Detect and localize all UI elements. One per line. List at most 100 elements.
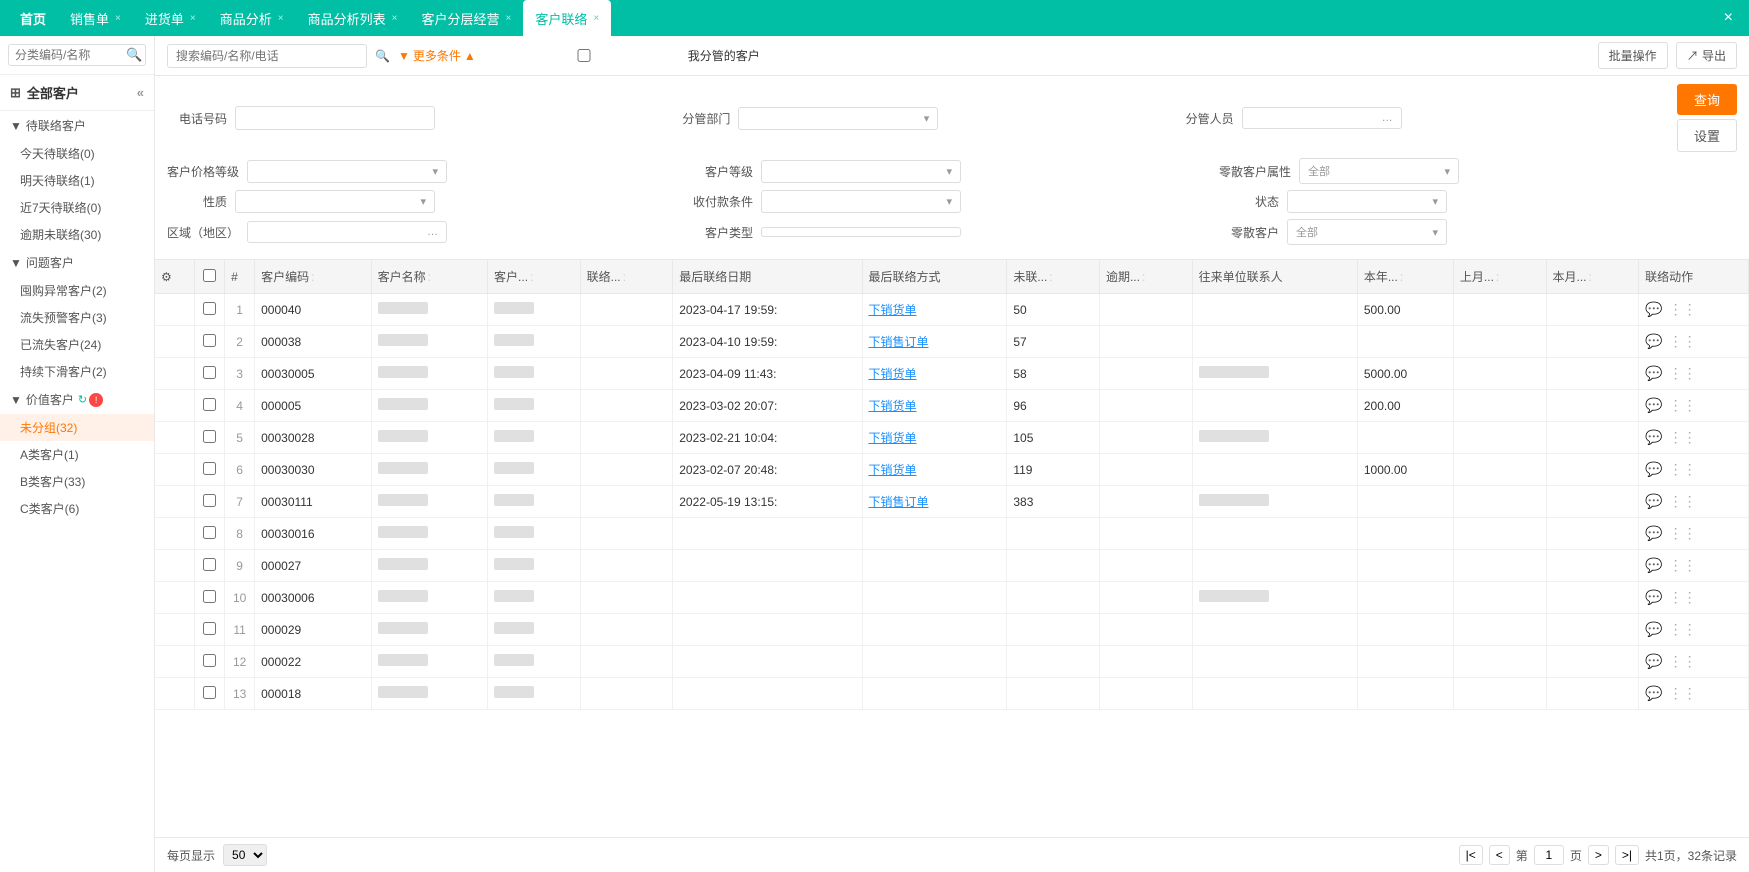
row-checkbox[interactable] <box>203 590 216 603</box>
chat-action-icon[interactable]: 💬 <box>1645 461 1662 478</box>
more-action-icon[interactable]: ⋮⋮ <box>1669 589 1697 606</box>
more-action-icon[interactable]: ⋮⋮ <box>1669 621 1697 638</box>
th-last-date[interactable]: 最后联络日期 <box>673 260 862 294</box>
more-action-icon[interactable]: ⋮⋮ <box>1669 525 1697 542</box>
row-checkbox[interactable] <box>203 462 216 475</box>
td-checkbox[interactable] <box>195 518 225 550</box>
retail-customer-select[interactable]: 全部▾ <box>1287 219 1447 245</box>
row-checkbox[interactable] <box>203 494 216 507</box>
more-action-icon[interactable]: ⋮⋮ <box>1669 685 1697 702</box>
th-this-month[interactable]: 本月...: <box>1546 260 1639 294</box>
nav-tab-purchase[interactable]: 进货单 × <box>133 0 208 36</box>
first-page-btn[interactable]: |< <box>1459 845 1483 865</box>
chat-action-icon[interactable]: 💬 <box>1645 301 1662 318</box>
search-input[interactable] <box>167 44 367 68</box>
sidebar-item-type-c[interactable]: C类客户(6) <box>0 495 154 522</box>
row-checkbox[interactable] <box>203 558 216 571</box>
contact-type-link[interactable]: 下销售订单 <box>869 335 929 349</box>
close-tab-product-analysis-list[interactable]: × <box>392 13 398 24</box>
sidebar-item-today-contact[interactable]: 今天待联络(0) <box>0 140 154 167</box>
row-checkbox[interactable] <box>203 622 216 635</box>
td-checkbox[interactable] <box>195 422 225 454</box>
sidebar-group-value-customers[interactable]: ▼ 价值客户 ↻ ! <box>0 385 154 414</box>
sidebar-item-type-a[interactable]: A类客户(1) <box>0 441 154 468</box>
more-action-icon[interactable]: ⋮⋮ <box>1669 429 1697 446</box>
td-checkbox[interactable] <box>195 582 225 614</box>
th-not-contact[interactable]: 未联...: <box>1007 260 1100 294</box>
sidebar-item-type-b[interactable]: B类客户(33) <box>0 468 154 495</box>
td-checkbox[interactable] <box>195 550 225 582</box>
sidebar-item-abnormal[interactable]: 囤购异常客户(2) <box>0 277 154 304</box>
chat-action-icon[interactable]: 💬 <box>1645 365 1662 382</box>
th-last-month[interactable]: 上月...: <box>1453 260 1546 294</box>
reset-btn[interactable]: 设置 <box>1677 119 1737 152</box>
th-checkbox[interactable] <box>195 260 225 294</box>
retail-attr-select[interactable]: 全部▾ <box>1299 158 1459 184</box>
sidebar-item-7days-contact[interactable]: 近7天待联络(0) <box>0 194 154 221</box>
per-page-select[interactable]: 50 <box>223 844 267 866</box>
row-checkbox[interactable] <box>203 398 216 411</box>
nav-tab-product-analysis[interactable]: 商品分析 × <box>208 0 296 36</box>
chat-action-icon[interactable]: 💬 <box>1645 429 1662 446</box>
sidebar-item-overdue-contact[interactable]: 逾期未联络(30) <box>0 221 154 248</box>
sidebar-item-churned[interactable]: 已流失客户(24) <box>0 331 154 358</box>
chat-action-icon[interactable]: 💬 <box>1645 557 1662 574</box>
th-settings[interactable]: ⚙ <box>155 260 195 294</box>
row-checkbox[interactable] <box>203 366 216 379</box>
gender-select[interactable]: ▾ <box>235 190 435 213</box>
region-select[interactable]: … <box>247 221 447 243</box>
th-last-type[interactable]: 最后联络方式 <box>862 260 1007 294</box>
row-checkbox[interactable] <box>203 526 216 539</box>
chat-action-icon[interactable]: 💬 <box>1645 397 1662 414</box>
more-action-icon[interactable]: ⋮⋮ <box>1669 493 1697 510</box>
sidebar-item-churn-warning[interactable]: 流失预警客户(3) <box>0 304 154 331</box>
td-checkbox[interactable] <box>195 454 225 486</box>
contact-type-link[interactable]: 下销货单 <box>869 399 917 413</box>
chat-action-icon[interactable]: 💬 <box>1645 589 1662 606</box>
nav-home[interactable]: 首页 <box>8 0 58 36</box>
more-action-icon[interactable]: ⋮⋮ <box>1669 557 1697 574</box>
chat-action-icon[interactable]: 💬 <box>1645 653 1662 670</box>
payment-select[interactable]: ▾ <box>761 190 961 213</box>
price-grade-select[interactable]: ▾ <box>247 160 447 183</box>
td-checkbox[interactable] <box>195 486 225 518</box>
th-type[interactable]: 客户...: <box>488 260 581 294</box>
th-overdue[interactable]: 逾期...: <box>1099 260 1192 294</box>
export-btn[interactable]: ↗ 导出 <box>1676 42 1737 69</box>
contact-type-link[interactable]: 下销货单 <box>869 367 917 381</box>
more-action-icon[interactable]: ⋮⋮ <box>1669 397 1697 414</box>
search-btn[interactable]: 🔍 <box>375 49 390 63</box>
row-checkbox[interactable] <box>203 334 216 347</box>
dept-select[interactable]: ▾ <box>738 107 938 130</box>
customer-type-select[interactable] <box>761 227 961 237</box>
th-this-year[interactable]: 本年...: <box>1357 260 1453 294</box>
person-select[interactable]: … <box>1242 107 1402 129</box>
sidebar-item-tomorrow-contact[interactable]: 明天待联络(1) <box>0 167 154 194</box>
close-tab-customer-segmentation[interactable]: × <box>505 13 511 24</box>
td-checkbox[interactable] <box>195 358 225 390</box>
nav-tab-salesorder[interactable]: 销售单 × <box>58 0 133 36</box>
row-checkbox[interactable] <box>203 302 216 315</box>
batch-operation-btn[interactable]: 批量操作 <box>1598 42 1668 69</box>
nav-tab-product-analysis-list[interactable]: 商品分析列表 × <box>296 0 410 36</box>
last-page-btn[interactable]: >| <box>1615 845 1639 865</box>
more-action-icon[interactable]: ⋮⋮ <box>1669 653 1697 670</box>
prev-page-btn[interactable]: < <box>1489 845 1510 865</box>
my-customers-check[interactable] <box>484 49 684 62</box>
row-checkbox[interactable] <box>203 430 216 443</box>
more-action-icon[interactable]: ⋮⋮ <box>1669 461 1697 478</box>
chat-action-icon[interactable]: 💬 <box>1645 685 1662 702</box>
contact-type-link[interactable]: 下销货单 <box>869 431 917 445</box>
chat-action-icon[interactable]: 💬 <box>1645 333 1662 350</box>
sidebar-item-declining[interactable]: 持续下滑客户(2) <box>0 358 154 385</box>
close-tab-purchase[interactable]: × <box>190 13 196 24</box>
select-all-checkbox[interactable] <box>203 269 216 282</box>
row-checkbox[interactable] <box>203 654 216 667</box>
status-select[interactable]: ▾ <box>1287 190 1447 213</box>
th-code[interactable]: 客户编码: <box>255 260 371 294</box>
td-checkbox[interactable] <box>195 326 225 358</box>
more-conditions-btn[interactable]: ▼ 更多条件 ▲ <box>398 47 476 64</box>
more-action-icon[interactable]: ⋮⋮ <box>1669 365 1697 382</box>
td-checkbox[interactable] <box>195 390 225 422</box>
close-tab-product-analysis[interactable]: × <box>278 13 284 24</box>
